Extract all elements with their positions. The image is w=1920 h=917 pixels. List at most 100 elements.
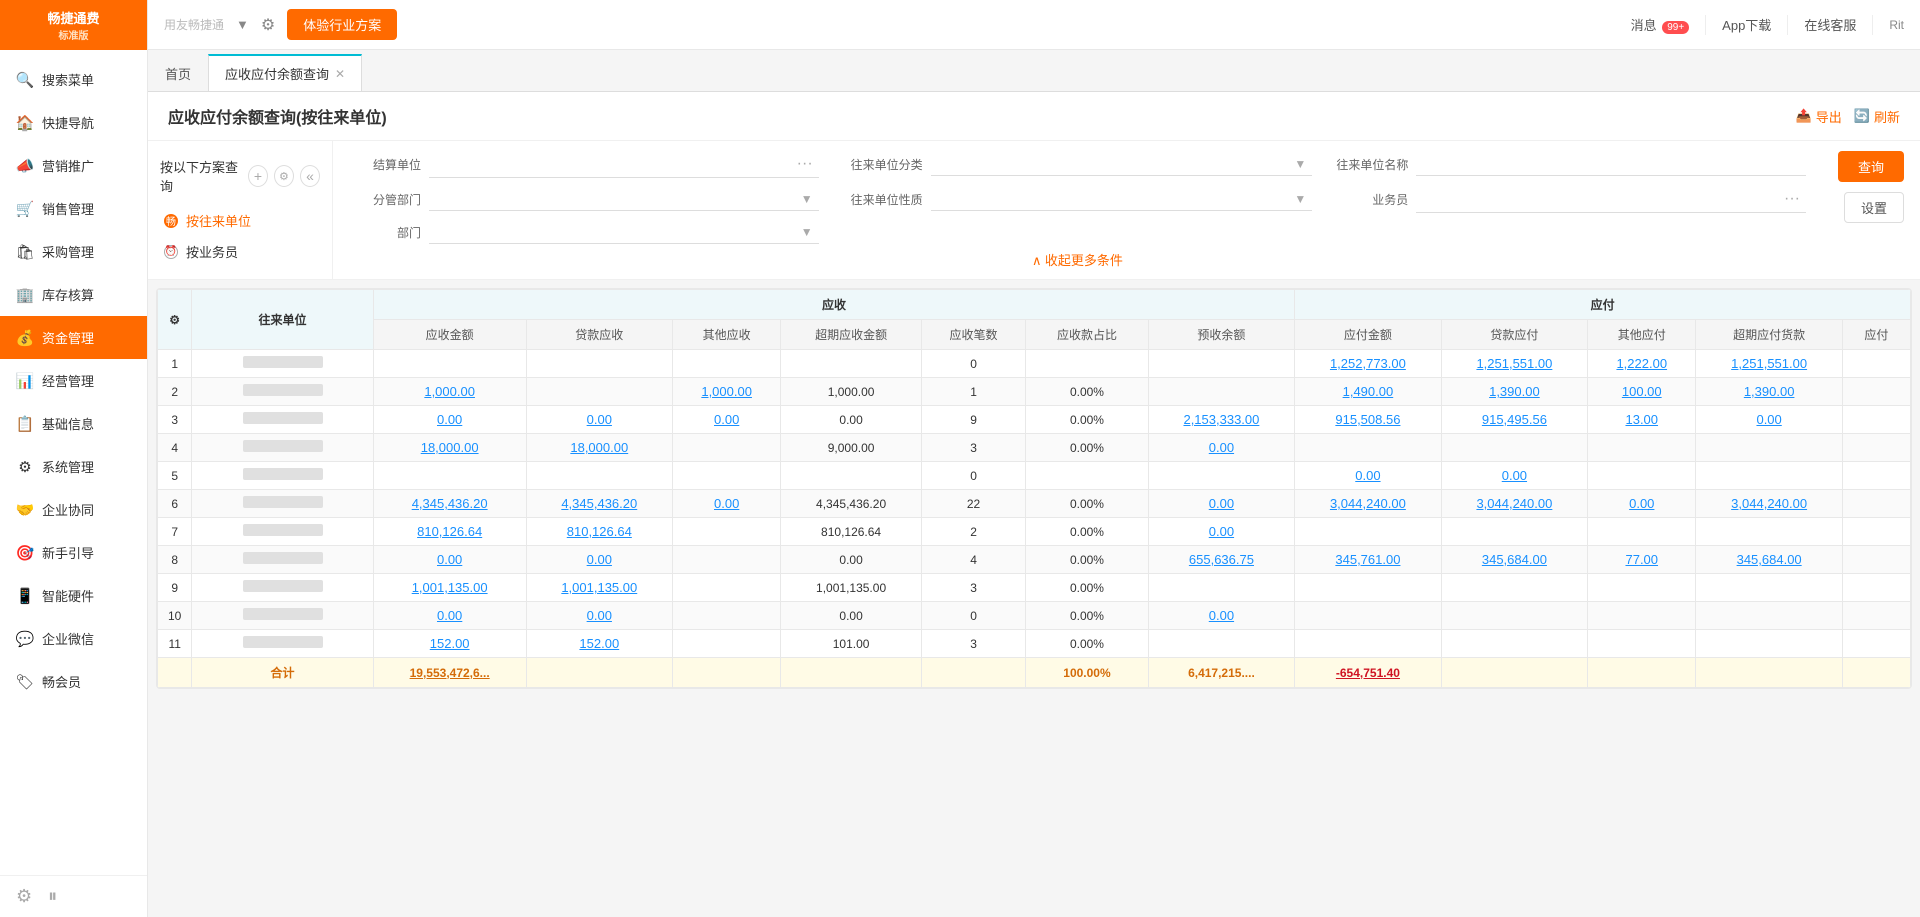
cell-2-7[interactable]: 0.00% bbox=[1026, 406, 1148, 434]
scheme-salesman[interactable]: ⏰ 按业务员 bbox=[148, 236, 332, 267]
cell-5-9[interactable]: 3,044,240.00 bbox=[1295, 490, 1441, 518]
cell-3-1[interactable] bbox=[192, 434, 373, 462]
cell-10-7[interactable]: 0.00% bbox=[1026, 630, 1148, 658]
cell-8-11[interactable] bbox=[1588, 574, 1696, 602]
cell-2-11[interactable]: 13.00 bbox=[1588, 406, 1696, 434]
cell-1-2[interactable]: 1,000.00 bbox=[373, 378, 526, 406]
topbar-messages[interactable]: 消息 99+ bbox=[1631, 15, 1690, 34]
cell-3-8[interactable]: 0.00 bbox=[1148, 434, 1294, 462]
cell-1-4[interactable]: 1,000.00 bbox=[673, 378, 781, 406]
cell-7-4[interactable] bbox=[673, 546, 781, 574]
cell-1-9[interactable]: 1,490.00 bbox=[1295, 378, 1441, 406]
sidebar-item-营销推广[interactable]: 📣营销推广 bbox=[0, 144, 147, 187]
cell-3-2[interactable]: 18,000.00 bbox=[373, 434, 526, 462]
cell-4-1[interactable] bbox=[192, 462, 373, 490]
sidebar-item-畅会员[interactable]: 🏷畅会员 bbox=[0, 660, 147, 703]
cell-4-8[interactable] bbox=[1148, 462, 1294, 490]
tab-1[interactable]: 应收应付余额查询✕ bbox=[208, 54, 362, 91]
filter-lwdwxz-input[interactable]: ▼ bbox=[931, 188, 1313, 211]
cell-10-5[interactable]: 101.00 bbox=[781, 630, 922, 658]
cell-5-10[interactable]: 3,044,240.00 bbox=[1441, 490, 1587, 518]
cell-4-13[interactable] bbox=[1842, 462, 1910, 490]
cell-8-9[interactable] bbox=[1295, 574, 1441, 602]
cell-7-11[interactable]: 77.00 bbox=[1588, 546, 1696, 574]
cell-7-10[interactable]: 345,684.00 bbox=[1441, 546, 1587, 574]
cell-3-3[interactable]: 18,000.00 bbox=[526, 434, 672, 462]
cell-2-10[interactable]: 915,495.56 bbox=[1441, 406, 1587, 434]
sidebar-item-搜索菜单[interactable]: 🔍搜索菜单 bbox=[0, 58, 147, 101]
cell-10-11[interactable] bbox=[1588, 630, 1696, 658]
cell-5-5[interactable]: 4,345,436.20 bbox=[781, 490, 922, 518]
cell-4-11[interactable] bbox=[1588, 462, 1696, 490]
sidebar-item-系统管理[interactable]: ⚙系统管理 bbox=[0, 445, 147, 488]
cell-8-5[interactable]: 1,001,135.00 bbox=[781, 574, 922, 602]
cell-0-11[interactable]: 1,222.00 bbox=[1588, 350, 1696, 378]
cell-5-2[interactable]: 4,345,436.20 bbox=[373, 490, 526, 518]
sidebar-item-经营管理[interactable]: 📊经营管理 bbox=[0, 359, 147, 402]
sidebar-item-销售管理[interactable]: 🛒销售管理 bbox=[0, 187, 147, 230]
cell-3-12[interactable] bbox=[1696, 434, 1842, 462]
settings-footer-icon[interactable]: ⚙ bbox=[16, 886, 32, 907]
cell-0-1[interactable] bbox=[192, 350, 373, 378]
cell-0-4[interactable] bbox=[673, 350, 781, 378]
cell-5-1[interactable] bbox=[192, 490, 373, 518]
cell-5-11[interactable]: 0.00 bbox=[1588, 490, 1696, 518]
cell-10-12[interactable] bbox=[1696, 630, 1842, 658]
sidebar-item-企业协同[interactable]: 🤝企业协同 bbox=[0, 488, 147, 531]
cell-2-1[interactable] bbox=[192, 406, 373, 434]
cell-4-10[interactable]: 0.00 bbox=[1441, 462, 1587, 490]
collapse-sidebar-icon[interactable]: ⏸ bbox=[48, 886, 57, 907]
cell-7-13[interactable] bbox=[1842, 546, 1910, 574]
sidebar-item-新手引导[interactable]: 🎯新手引导 bbox=[0, 531, 147, 574]
cell-9-7[interactable]: 0.00% bbox=[1026, 602, 1148, 630]
cell-10-13[interactable] bbox=[1842, 630, 1910, 658]
cell-1-6[interactable]: 1 bbox=[921, 378, 1025, 406]
filter-bm-input[interactable]: ▼ bbox=[429, 221, 819, 244]
cell-9-12[interactable] bbox=[1696, 602, 1842, 630]
cell-2-9[interactable]: 915,508.56 bbox=[1295, 406, 1441, 434]
cell-0-12[interactable]: 1,251,551.00 bbox=[1696, 350, 1842, 378]
cell-0-9[interactable]: 1,252,773.00 bbox=[1295, 350, 1441, 378]
cell-6-2[interactable]: 810,126.64 bbox=[373, 518, 526, 546]
cell-7-5[interactable]: 0.00 bbox=[781, 546, 922, 574]
cell-1-3[interactable] bbox=[526, 378, 672, 406]
cell-9-5[interactable]: 0.00 bbox=[781, 602, 922, 630]
cell-6-12[interactable] bbox=[1696, 518, 1842, 546]
cell-6-6[interactable]: 2 bbox=[921, 518, 1025, 546]
filter-collapse-btn[interactable]: « bbox=[300, 165, 320, 187]
cell-1-11[interactable]: 100.00 bbox=[1588, 378, 1696, 406]
cell-5-3[interactable]: 4,345,436.20 bbox=[526, 490, 672, 518]
cell-3-13[interactable] bbox=[1842, 434, 1910, 462]
cell-9-11[interactable] bbox=[1588, 602, 1696, 630]
cell-9-9[interactable] bbox=[1295, 602, 1441, 630]
user-name[interactable]: Rit bbox=[1889, 18, 1904, 32]
query-btn[interactable]: 查询 bbox=[1838, 151, 1904, 182]
cell-4-5[interactable] bbox=[781, 462, 922, 490]
cell-8-7[interactable]: 0.00% bbox=[1026, 574, 1148, 602]
cell-7-1[interactable] bbox=[192, 546, 373, 574]
cell-8-4[interactable] bbox=[673, 574, 781, 602]
cell-6-13[interactable] bbox=[1842, 518, 1910, 546]
cell-9-10[interactable] bbox=[1441, 602, 1587, 630]
sidebar-item-采购管理[interactable]: 🛍采购管理 bbox=[0, 230, 147, 273]
cell-0-5[interactable] bbox=[781, 350, 922, 378]
cell-7-9[interactable]: 345,761.00 bbox=[1295, 546, 1441, 574]
cell-8-10[interactable] bbox=[1441, 574, 1587, 602]
sidebar-item-快捷导航[interactable]: 🏠快捷导航 bbox=[0, 101, 147, 144]
sidebar-item-企业微信[interactable]: 💬企业微信 bbox=[0, 617, 147, 660]
cell-4-12[interactable] bbox=[1696, 462, 1842, 490]
cell-0-13[interactable] bbox=[1842, 350, 1910, 378]
cell-2-12[interactable]: 0.00 bbox=[1696, 406, 1842, 434]
sidebar-item-资金管理[interactable]: 💰资金管理 bbox=[0, 316, 147, 359]
cell-6-11[interactable] bbox=[1588, 518, 1696, 546]
cell-1-1[interactable] bbox=[192, 378, 373, 406]
cell-8-6[interactable]: 3 bbox=[921, 574, 1025, 602]
tab-0[interactable]: 首页 bbox=[148, 55, 208, 91]
cell-6-10[interactable] bbox=[1441, 518, 1587, 546]
app-download-link[interactable]: App下载 bbox=[1722, 15, 1771, 34]
cell-0-2[interactable] bbox=[373, 350, 526, 378]
cell-9-4[interactable] bbox=[673, 602, 781, 630]
sidebar-item-智能硬件[interactable]: 📱智能硬件 bbox=[0, 574, 147, 617]
cell-1-12[interactable]: 1,390.00 bbox=[1696, 378, 1842, 406]
tab-close-1[interactable]: ✕ bbox=[335, 67, 345, 81]
